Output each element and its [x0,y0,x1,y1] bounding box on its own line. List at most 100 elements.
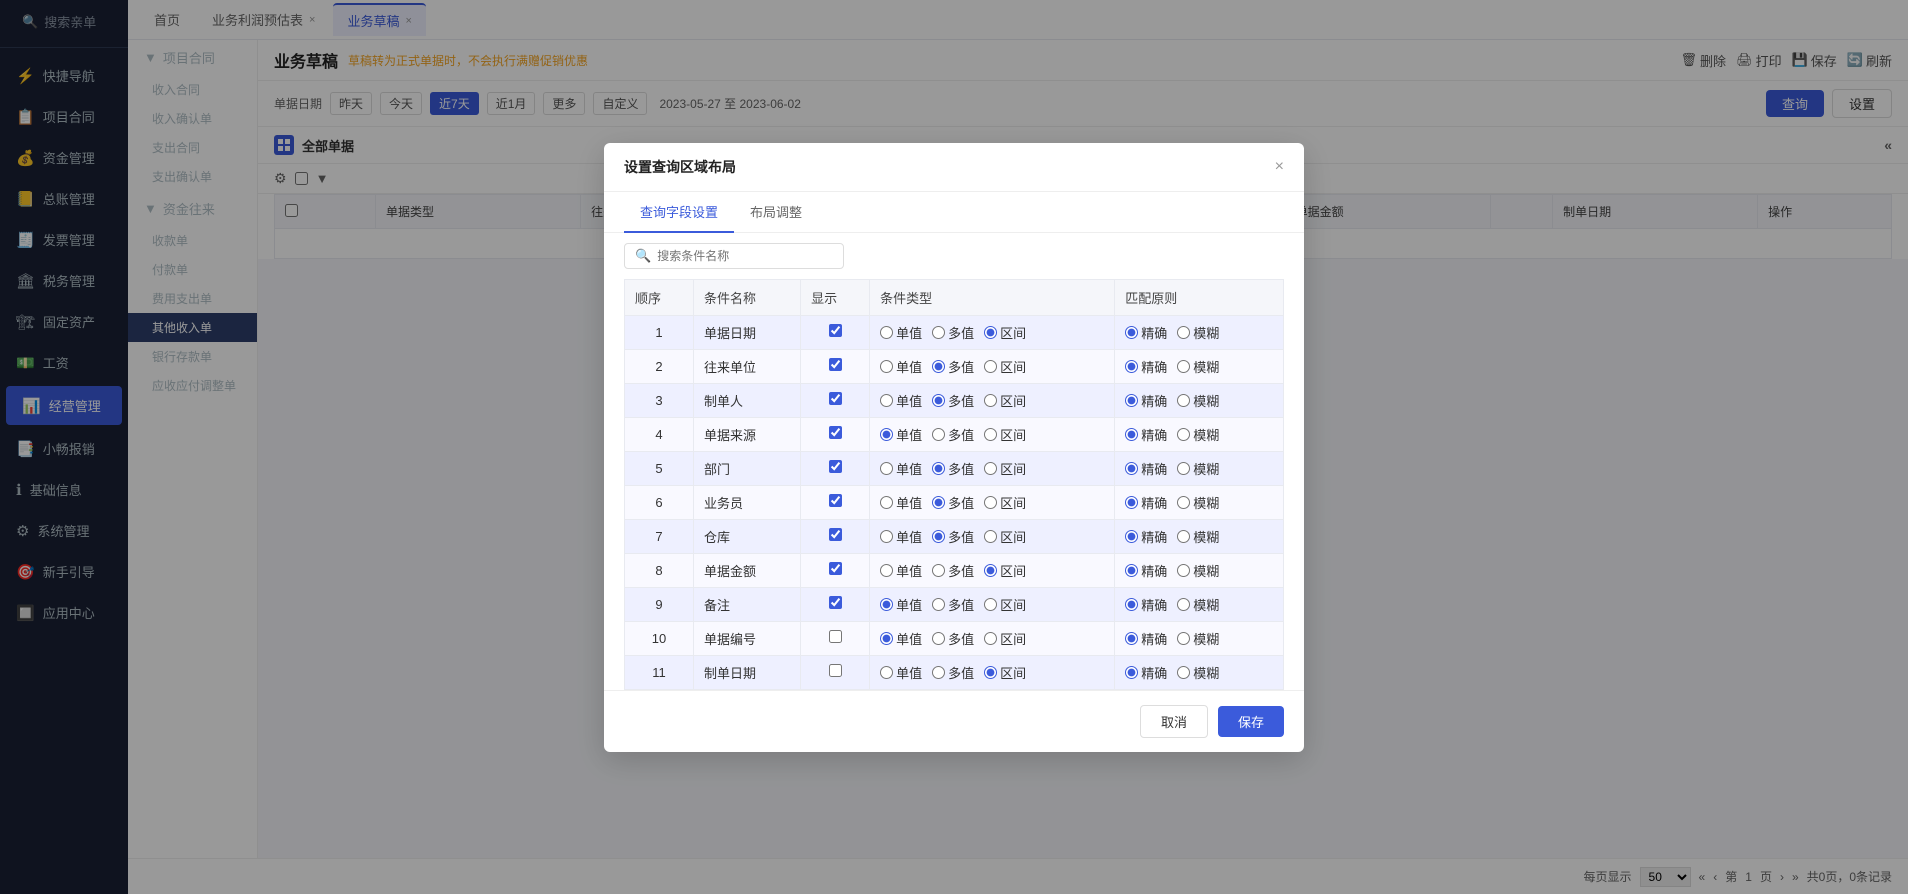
radio-match-item[interactable]: 模糊 [1177,425,1219,444]
cell-name: 制单人 [693,383,800,417]
radio-match-item[interactable]: 模糊 [1177,493,1219,512]
radio-match-item[interactable]: 模糊 [1177,629,1219,648]
radio-match-item[interactable]: 模糊 [1177,459,1219,478]
cell-order: 1 [625,315,694,349]
radio-match-item[interactable]: 模糊 [1177,595,1219,614]
dialog-header: 设置查询区域布局 × [604,143,1304,192]
radio-match-item[interactable]: 精确 [1125,493,1167,512]
cell-order: 5 [625,451,694,485]
show-checkbox[interactable] [829,392,842,405]
radio-match-item[interactable]: 模糊 [1177,323,1219,342]
dialog-body: 顺序 条件名称 显示 条件类型 匹配原则 1单据日期单值多值区间精确模糊2往来单… [604,279,1304,690]
radio-type-item[interactable]: 单值 [880,663,922,682]
show-checkbox[interactable] [829,664,842,677]
cell-name: 单据日期 [693,315,800,349]
cell-name: 制单日期 [693,655,800,689]
radio-type-item[interactable]: 区间 [984,663,1026,682]
dialog-tab-layout[interactable]: 布局调整 [734,192,818,233]
radio-match-item[interactable]: 精确 [1125,629,1167,648]
radio-match-item[interactable]: 精确 [1125,323,1167,342]
cell-order: 9 [625,587,694,621]
show-checkbox[interactable] [829,324,842,337]
cell-type: 单值多值区间 [870,655,1115,689]
cancel-button[interactable]: 取消 [1140,705,1208,738]
table-row: 6业务员单值多值区间精确模糊 [625,485,1284,519]
radio-type-item[interactable]: 区间 [984,493,1026,512]
show-checkbox[interactable] [829,596,842,609]
cell-order: 2 [625,349,694,383]
radio-type-item[interactable]: 区间 [984,595,1026,614]
dialog: 设置查询区域布局 × 查询字段设置 布局调整 🔍 顺序 [604,143,1304,752]
radio-type-item[interactable]: 区间 [984,561,1026,580]
radio-type-item[interactable]: 单值 [880,357,922,376]
cell-type: 单值多值区间 [870,417,1115,451]
radio-type-item[interactable]: 区间 [984,459,1026,478]
cell-type: 单值多值区间 [870,485,1115,519]
dialog-tab-fields[interactable]: 查询字段设置 [624,192,734,233]
table-row: 2往来单位单值多值区间精确模糊 [625,349,1284,383]
radio-match-item[interactable]: 模糊 [1177,391,1219,410]
table-row: 4单据来源单值多值区间精确模糊 [625,417,1284,451]
radio-match-item[interactable]: 精确 [1125,595,1167,614]
radio-type-item[interactable]: 单值 [880,527,922,546]
radio-match-item[interactable]: 模糊 [1177,663,1219,682]
radio-type-item[interactable]: 多值 [932,527,974,546]
radio-match-item[interactable]: 精确 [1125,459,1167,478]
dialog-search-area: 🔍 [604,233,1304,279]
radio-type-item[interactable]: 区间 [984,629,1026,648]
radio-type-item[interactable]: 多值 [932,323,974,342]
radio-type-item[interactable]: 单值 [880,493,922,512]
radio-match-item[interactable]: 精确 [1125,527,1167,546]
show-checkbox[interactable] [829,426,842,439]
cell-show [801,383,870,417]
show-checkbox[interactable] [829,630,842,643]
cell-match: 精确模糊 [1115,485,1284,519]
radio-type-item[interactable]: 多值 [932,493,974,512]
radio-match-item[interactable]: 精确 [1125,663,1167,682]
radio-match-item[interactable]: 模糊 [1177,357,1219,376]
radio-type-item[interactable]: 区间 [984,391,1026,410]
radio-type-item[interactable]: 多值 [932,357,974,376]
radio-type-item[interactable]: 单值 [880,323,922,342]
radio-type-item[interactable]: 多值 [932,663,974,682]
show-checkbox[interactable] [829,494,842,507]
radio-type-item[interactable]: 区间 [984,527,1026,546]
cell-show [801,655,870,689]
radio-match-item[interactable]: 精确 [1125,561,1167,580]
radio-match-item[interactable]: 精确 [1125,391,1167,410]
radio-type-item[interactable]: 单值 [880,425,922,444]
show-checkbox[interactable] [829,358,842,371]
radio-type-item[interactable]: 单值 [880,459,922,478]
condition-search-input[interactable] [657,249,833,263]
cell-match: 精确模糊 [1115,655,1284,689]
radio-type-item[interactable]: 单值 [880,561,922,580]
show-checkbox[interactable] [829,528,842,541]
radio-type-item[interactable]: 区间 [984,323,1026,342]
radio-type-item[interactable]: 多值 [932,391,974,410]
radio-match-item[interactable]: 精确 [1125,357,1167,376]
show-checkbox[interactable] [829,460,842,473]
cell-match: 精确模糊 [1115,349,1284,383]
radio-match-item[interactable]: 模糊 [1177,527,1219,546]
radio-type-item[interactable]: 多值 [932,595,974,614]
save-button[interactable]: 保存 [1218,706,1284,737]
radio-type-item[interactable]: 多值 [932,459,974,478]
radio-match-item[interactable]: 精确 [1125,425,1167,444]
cell-type: 单值多值区间 [870,383,1115,417]
search-icon-dialog: 🔍 [635,248,651,264]
cell-type: 单值多值区间 [870,621,1115,655]
radio-type-item[interactable]: 多值 [932,561,974,580]
radio-match-item[interactable]: 模糊 [1177,561,1219,580]
show-checkbox[interactable] [829,562,842,575]
dialog-close-btn[interactable]: × [1275,158,1284,176]
cell-order: 6 [625,485,694,519]
radio-type-item[interactable]: 多值 [932,425,974,444]
radio-type-item[interactable]: 单值 [880,629,922,648]
cell-name: 业务员 [693,485,800,519]
radio-type-item[interactable]: 多值 [932,629,974,648]
radio-type-item[interactable]: 单值 [880,595,922,614]
radio-type-item[interactable]: 区间 [984,425,1026,444]
dialog-tabs: 查询字段设置 布局调整 [604,192,1304,233]
radio-type-item[interactable]: 区间 [984,357,1026,376]
radio-type-item[interactable]: 单值 [880,391,922,410]
